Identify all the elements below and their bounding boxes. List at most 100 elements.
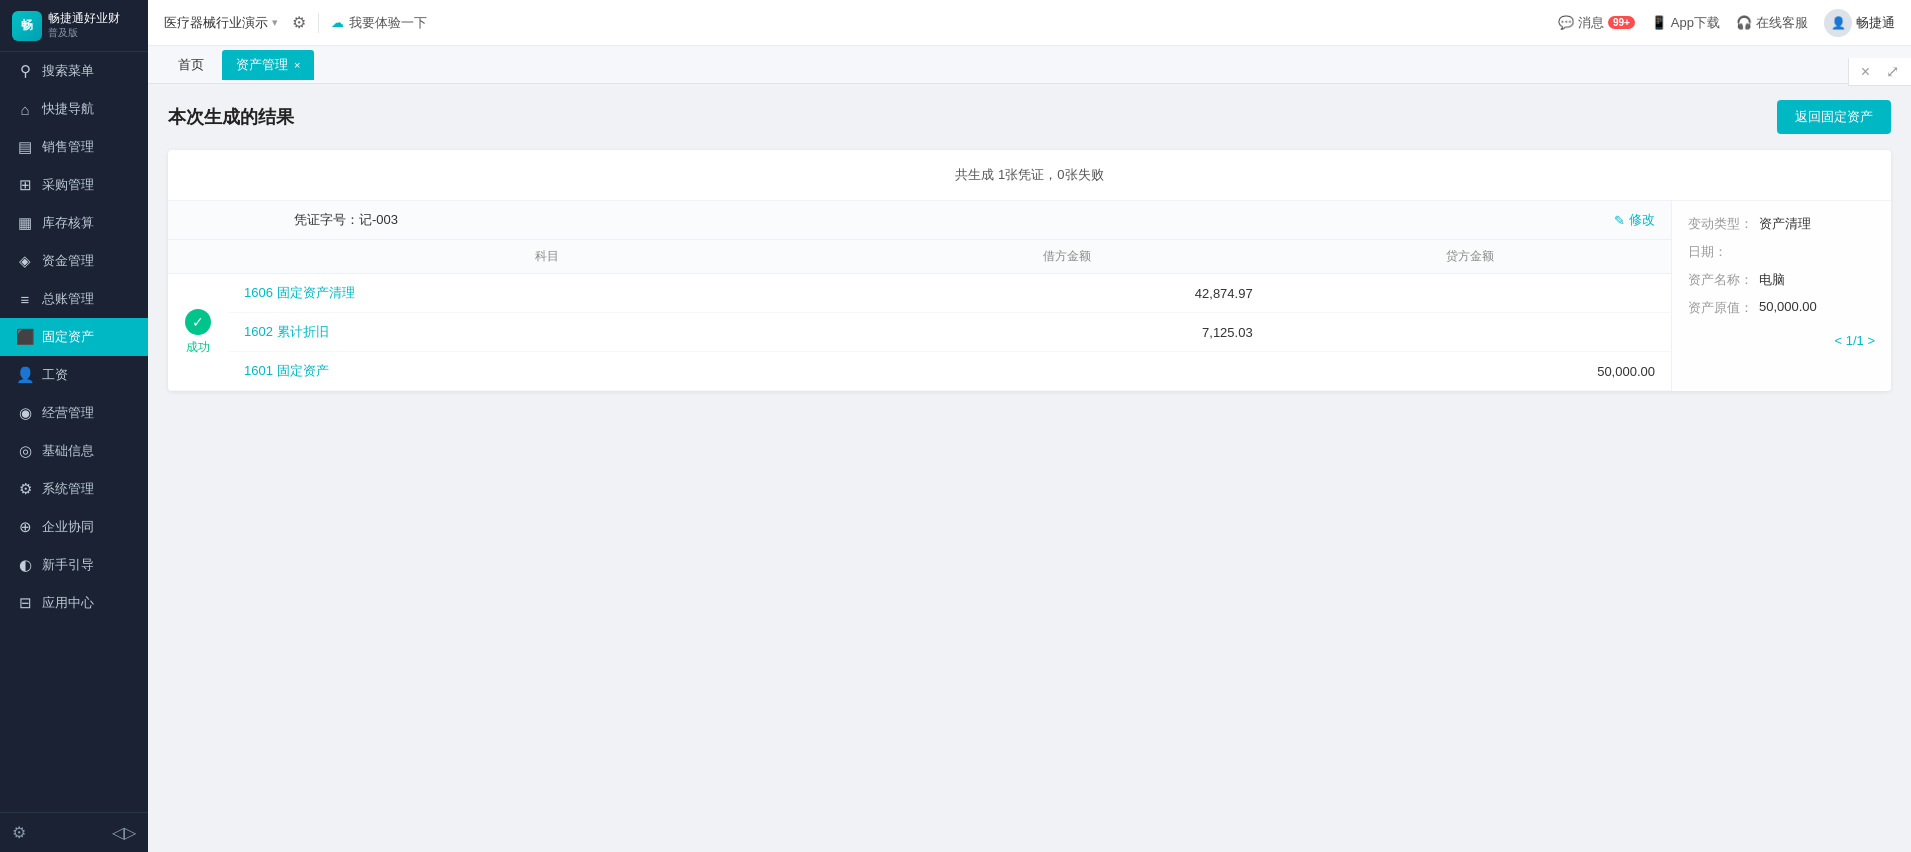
settings-gear-icon[interactable]: ⚙ bbox=[292, 13, 306, 32]
result-summary: 共生成 1张凭证，0张失败 bbox=[168, 150, 1891, 201]
username: 畅捷通 bbox=[1856, 14, 1895, 32]
sidebar-item-salary[interactable]: 👤 工资 bbox=[0, 356, 148, 394]
purchase-icon: ⊞ bbox=[16, 176, 34, 194]
main-area: 医疗器械行业演示 ▾ ⚙ ☁ 我要体验一下 💬 消息 99+ 📱 App下载 🎧… bbox=[148, 0, 1911, 852]
inventory-icon: ▦ bbox=[16, 214, 34, 232]
app-download-button[interactable]: 📱 App下载 bbox=[1651, 14, 1720, 32]
sidebar-item-label: 新手引导 bbox=[42, 556, 94, 574]
tab-close-icon[interactable]: × bbox=[294, 59, 300, 71]
message-icon: 💬 bbox=[1558, 15, 1574, 30]
panel-close-button[interactable]: × bbox=[1857, 62, 1874, 81]
summary-text: 共生成 1张凭证，0张失败 bbox=[955, 167, 1103, 182]
table-header-subject: 科目 bbox=[228, 240, 866, 274]
asset-name-value: 电脑 bbox=[1759, 271, 1785, 289]
debit-cell-1: 42,874.97 bbox=[866, 274, 1268, 313]
table-header-debit: 借方金额 bbox=[866, 240, 1268, 274]
company-name: 医疗器械行业演示 bbox=[164, 14, 268, 32]
sidebar-item-system[interactable]: ⚙ 系统管理 bbox=[0, 470, 148, 508]
message-badge: 99+ bbox=[1608, 16, 1635, 29]
edit-label: 修改 bbox=[1629, 211, 1655, 229]
sidebar-item-label: 基础信息 bbox=[42, 442, 94, 460]
experience-button[interactable]: ☁ 我要体验一下 bbox=[331, 14, 427, 32]
change-type-row: 变动类型： 资产清理 bbox=[1688, 215, 1875, 233]
success-icon: ✓ bbox=[185, 309, 211, 335]
change-type-label: 变动类型： bbox=[1688, 215, 1753, 233]
capital-icon: ◈ bbox=[16, 252, 34, 270]
tabs-bar: 首页 资产管理 × bbox=[148, 46, 1911, 84]
sidebar-item-capital[interactable]: ◈ 资金管理 bbox=[0, 242, 148, 280]
asset-name-row: 资产名称： 电脑 bbox=[1688, 271, 1875, 289]
sidebar-footer: ⚙ ◁▷ bbox=[0, 812, 148, 852]
voucher-table: 科目 借方金额 贷方金额 ✓ 成功 1606 固定资 bbox=[168, 240, 1671, 391]
content-area: 本次生成的结果 返回固定资产 共生成 1张凭证，0张失败 凭证字号：记-003 bbox=[148, 84, 1911, 852]
logo-sub: 普及版 bbox=[48, 26, 120, 40]
sidebar-item-purchase[interactable]: ⊞ 采购管理 bbox=[0, 166, 148, 204]
voucher-header: 凭证字号：记-003 ✎ 修改 bbox=[168, 201, 1671, 240]
table-row: ✓ 成功 1606 固定资产清理 42,874.97 bbox=[168, 274, 1671, 313]
table-row: 1601 固定资产 50,000.00 bbox=[168, 352, 1671, 391]
search-icon: ⚲ bbox=[16, 62, 34, 80]
sidebar-item-label: 资金管理 bbox=[42, 252, 94, 270]
fixed-assets-icon: ⬛ bbox=[16, 328, 34, 346]
table-header-credit: 贷方金额 bbox=[1269, 240, 1671, 274]
credit-cell-3: 50,000.00 bbox=[1269, 352, 1671, 391]
sidebar-item-enterprise[interactable]: ⊕ 企业协同 bbox=[0, 508, 148, 546]
original-value-value: 50,000.00 bbox=[1759, 299, 1817, 317]
side-pagination[interactable]: < 1/1 > bbox=[1688, 333, 1875, 348]
status-label: 成功 bbox=[184, 339, 212, 356]
page-header: 本次生成的结果 返回固定资产 bbox=[168, 100, 1891, 134]
sidebar-item-sales[interactable]: ▤ 销售管理 bbox=[0, 128, 148, 166]
pagination-next[interactable]: > bbox=[1867, 333, 1875, 348]
panel-expand-button[interactable]: ⤢ bbox=[1882, 62, 1903, 81]
chevron-down-icon: ▾ bbox=[272, 16, 278, 29]
sidebar-item-fixed-assets[interactable]: ⬛ 固定资产 bbox=[0, 318, 148, 356]
divider bbox=[318, 13, 319, 33]
sidebar-item-ledger[interactable]: ≡ 总账管理 bbox=[0, 280, 148, 318]
debit-cell-3 bbox=[866, 352, 1268, 391]
voucher-no: 凭证字号：记-003 bbox=[294, 211, 398, 229]
sidebar-item-label: 应用中心 bbox=[42, 594, 94, 612]
message-button[interactable]: 💬 消息 99+ bbox=[1558, 14, 1635, 32]
sidebar-nav: ⚲ 搜索菜单 ⌂ 快捷导航 ▤ 销售管理 ⊞ 采购管理 ▦ 库存核算 ◈ 资金管… bbox=[0, 52, 148, 812]
sidebar-item-quick-nav[interactable]: ⌂ 快捷导航 bbox=[0, 90, 148, 128]
download-icon: 📱 bbox=[1651, 15, 1667, 30]
sidebar-item-label: 总账管理 bbox=[42, 290, 94, 308]
change-type-value: 资产清理 bbox=[1759, 215, 1811, 233]
sidebar-item-basic-info[interactable]: ◎ 基础信息 bbox=[0, 432, 148, 470]
user-profile[interactable]: 👤 畅捷通 bbox=[1824, 9, 1895, 37]
headset-icon: 🎧 bbox=[1736, 15, 1752, 30]
settings-icon[interactable]: ⚙ bbox=[12, 823, 26, 842]
company-selector[interactable]: 医疗器械行业演示 ▾ bbox=[164, 14, 278, 32]
sidebar-item-business[interactable]: ◉ 经营管理 bbox=[0, 394, 148, 432]
sidebar-item-label: 搜索菜单 bbox=[42, 62, 94, 80]
sidebar-item-guide[interactable]: ◐ 新手引导 bbox=[0, 546, 148, 584]
pagination-prev[interactable]: < bbox=[1835, 333, 1843, 348]
page-title: 本次生成的结果 bbox=[168, 105, 294, 129]
tab-home[interactable]: 首页 bbox=[164, 50, 218, 80]
collapse-icon[interactable]: ◁▷ bbox=[112, 823, 136, 842]
date-label: 日期： bbox=[1688, 243, 1727, 261]
sidebar-item-app-center[interactable]: ⊟ 应用中心 bbox=[0, 584, 148, 622]
sidebar-item-label: 经营管理 bbox=[42, 404, 94, 422]
subject-cell-3: 1601 固定资产 bbox=[228, 352, 866, 391]
tab-asset-label: 资产管理 bbox=[236, 56, 288, 74]
sidebar-item-label: 库存核算 bbox=[42, 214, 94, 232]
tab-asset-management[interactable]: 资产管理 × bbox=[222, 50, 314, 80]
return-button[interactable]: 返回固定资产 bbox=[1777, 100, 1891, 134]
customer-service-label: 在线客服 bbox=[1756, 14, 1808, 32]
sidebar-item-label: 固定资产 bbox=[42, 328, 94, 346]
table-header-status bbox=[168, 240, 228, 274]
date-row: 日期： bbox=[1688, 243, 1875, 261]
sales-icon: ▤ bbox=[16, 138, 34, 156]
logo-text: 畅捷通好业财 bbox=[48, 11, 120, 27]
edit-button[interactable]: ✎ 修改 bbox=[1614, 211, 1655, 229]
sidebar-item-search[interactable]: ⚲ 搜索菜单 bbox=[0, 52, 148, 90]
table-row: 1602 累计折旧 7,125.03 bbox=[168, 313, 1671, 352]
credit-cell-1 bbox=[1269, 274, 1671, 313]
sidebar-item-label: 快捷导航 bbox=[42, 100, 94, 118]
original-value-label: 资产原值： bbox=[1688, 299, 1753, 317]
sidebar: 畅 畅捷通好业财 普及版 ⚲ 搜索菜单 ⌂ 快捷导航 ▤ 销售管理 ⊞ 采购管理… bbox=[0, 0, 148, 852]
subject-cell-1: 1606 固定资产清理 bbox=[228, 274, 866, 313]
customer-service-button[interactable]: 🎧 在线客服 bbox=[1736, 14, 1808, 32]
sidebar-item-inventory[interactable]: ▦ 库存核算 bbox=[0, 204, 148, 242]
